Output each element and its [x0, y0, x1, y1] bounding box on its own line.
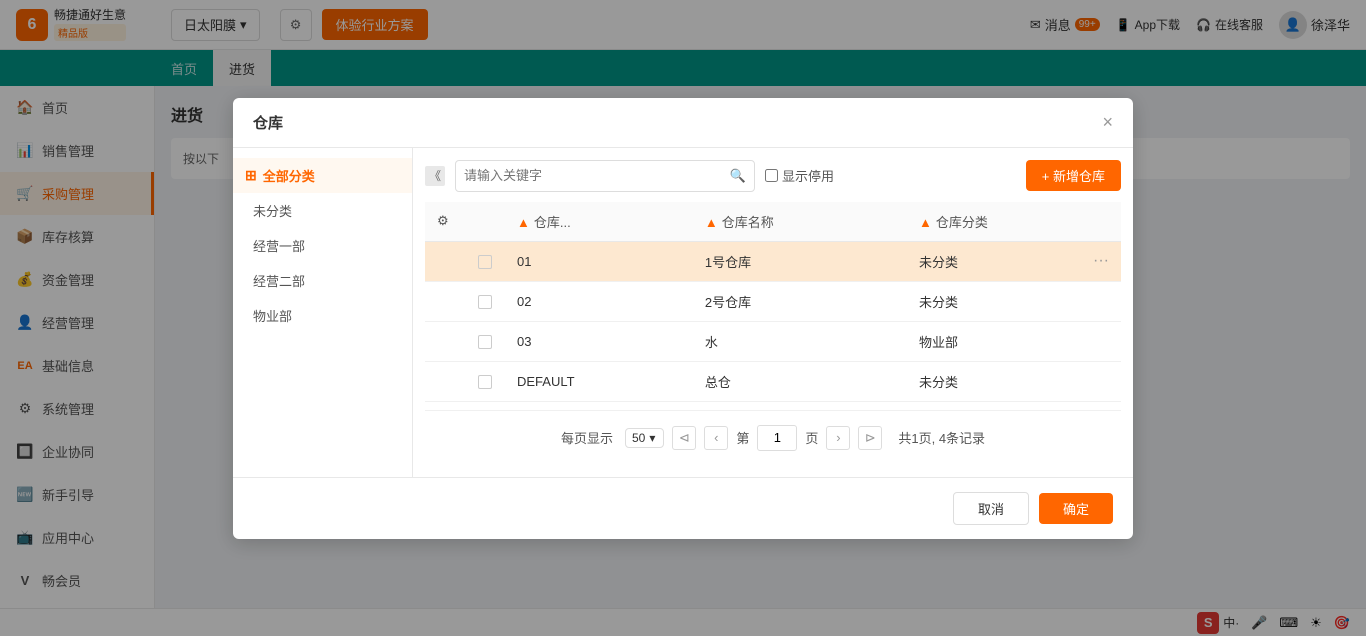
table-header: ⚙ ▲仓库... ▲仓库名称 ▲仓库分类 — [425, 202, 1121, 242]
per-page-select[interactable]: 50 ▾ — [625, 428, 664, 448]
table-row[interactable]: 01 1号仓库 未分类··· — [425, 241, 1121, 281]
search-input-wrap: 🔍 — [455, 160, 755, 192]
warehouse-table: ⚙ ▲仓库... ▲仓库名称 ▲仓库分类 01 — [425, 202, 1121, 402]
row-cat-4: 未分类 — [907, 361, 1121, 401]
category-item-dept1[interactable]: 经营一部 — [233, 228, 412, 263]
dialog-overlay: 仓库 × ⊞ 全部分类 未分类 经营一部 经营二部 物业部 《 — [0, 0, 1366, 636]
show-disabled-label[interactable]: 显示停用 — [765, 166, 834, 185]
page-suffix-label: 页 — [805, 428, 818, 447]
row-num-1: 01 — [505, 241, 693, 281]
confirm-button[interactable]: 确定 — [1039, 493, 1113, 524]
collapse-icon: 《 — [429, 167, 441, 184]
row-gear-3 — [425, 321, 465, 361]
dialog-footer: 取消 确定 — [233, 477, 1133, 539]
right-panel: 《 🔍 显示停用 + 新增仓库 — [413, 148, 1133, 477]
checkbox-2[interactable] — [478, 295, 492, 309]
row-check-4[interactable] — [465, 361, 505, 401]
category-item-unclassified[interactable]: 未分类 — [233, 193, 412, 228]
show-disabled-checkbox[interactable] — [765, 169, 778, 182]
row-cat-2: 未分类 — [907, 281, 1121, 321]
dialog-body: ⊞ 全部分类 未分类 经营一部 经营二部 物业部 《 🔍 — [233, 148, 1133, 477]
pagination: 每页显示 50 ▾ ⊲ ‹ 第 页 › ⊳ 共1页, 4条记录 — [425, 410, 1121, 465]
th-category: ▲仓库分类 — [907, 202, 1121, 242]
category-item-dept2[interactable]: 经营二部 — [233, 263, 412, 298]
table-body: 01 1号仓库 未分类··· 02 2号仓库 未分类 — [425, 241, 1121, 401]
row-name-4: 总仓 — [693, 361, 907, 401]
warehouse-dialog: 仓库 × ⊞ 全部分类 未分类 经营一部 经营二部 物业部 《 — [233, 98, 1133, 539]
search-bar: 《 🔍 显示停用 + 新增仓库 — [425, 160, 1121, 192]
category-all-label: 全部分类 — [263, 166, 315, 185]
category-panel: ⊞ 全部分类 未分类 经营一部 经营二部 物业部 — [233, 148, 413, 477]
row-check-2[interactable] — [465, 281, 505, 321]
row-num-4: DEFAULT — [505, 361, 693, 401]
category-item-property[interactable]: 物业部 — [233, 298, 412, 333]
page-number-input[interactable] — [757, 425, 797, 451]
row-name-2: 2号仓库 — [693, 281, 907, 321]
cancel-button[interactable]: 取消 — [953, 492, 1029, 525]
row-gear-2 — [425, 281, 465, 321]
row-gear-1 — [425, 241, 465, 281]
row-name-1: 1号仓库 — [693, 241, 907, 281]
th-name: ▲仓库名称 — [693, 202, 907, 242]
row-cat-3: 物业部 — [907, 321, 1121, 361]
row-check-3[interactable] — [465, 321, 505, 361]
per-page-chevron: ▾ — [649, 431, 655, 445]
last-page-button[interactable]: ⊳ — [858, 426, 882, 450]
th-code: ▲仓库... — [505, 202, 693, 242]
page-prefix-label: 第 — [736, 428, 749, 447]
table-row[interactable]: 02 2号仓库 未分类 — [425, 281, 1121, 321]
grid-icon: ⊞ — [245, 167, 257, 184]
dialog-title: 仓库 — [253, 112, 283, 133]
table-container: ⚙ ▲仓库... ▲仓库名称 ▲仓库分类 01 — [425, 202, 1121, 402]
table-row[interactable]: DEFAULT 总仓 未分类 — [425, 361, 1121, 401]
first-page-button[interactable]: ⊲ — [672, 426, 696, 450]
total-info: 共1页, 4条记录 — [898, 428, 985, 447]
checkbox-1[interactable] — [478, 255, 492, 269]
more-btn-1[interactable]: ··· — [1093, 252, 1109, 270]
per-page-label: 每页显示 — [561, 428, 613, 447]
search-icon: 🔍 — [730, 168, 746, 184]
checkbox-4[interactable] — [478, 375, 492, 389]
prev-page-button[interactable]: ‹ — [704, 426, 728, 450]
row-cat-1: 未分类··· — [907, 241, 1121, 281]
checkbox-3[interactable] — [478, 335, 492, 349]
category-all-item[interactable]: ⊞ 全部分类 — [233, 158, 412, 193]
collapse-button[interactable]: 《 — [425, 166, 445, 186]
dialog-header: 仓库 × — [233, 98, 1133, 148]
table-row[interactable]: 03 水 物业部 — [425, 321, 1121, 361]
row-check-1[interactable] — [465, 241, 505, 281]
row-gear-4 — [425, 361, 465, 401]
search-input[interactable] — [464, 168, 730, 183]
row-num-3: 03 — [505, 321, 693, 361]
add-warehouse-button[interactable]: + 新增仓库 — [1026, 160, 1121, 191]
row-name-3: 水 — [693, 321, 907, 361]
dialog-close-button[interactable]: × — [1102, 112, 1113, 133]
next-page-button[interactable]: › — [826, 426, 850, 450]
th-settings: ⚙ — [425, 202, 465, 242]
row-num-2: 02 — [505, 281, 693, 321]
th-checkbox — [465, 202, 505, 242]
